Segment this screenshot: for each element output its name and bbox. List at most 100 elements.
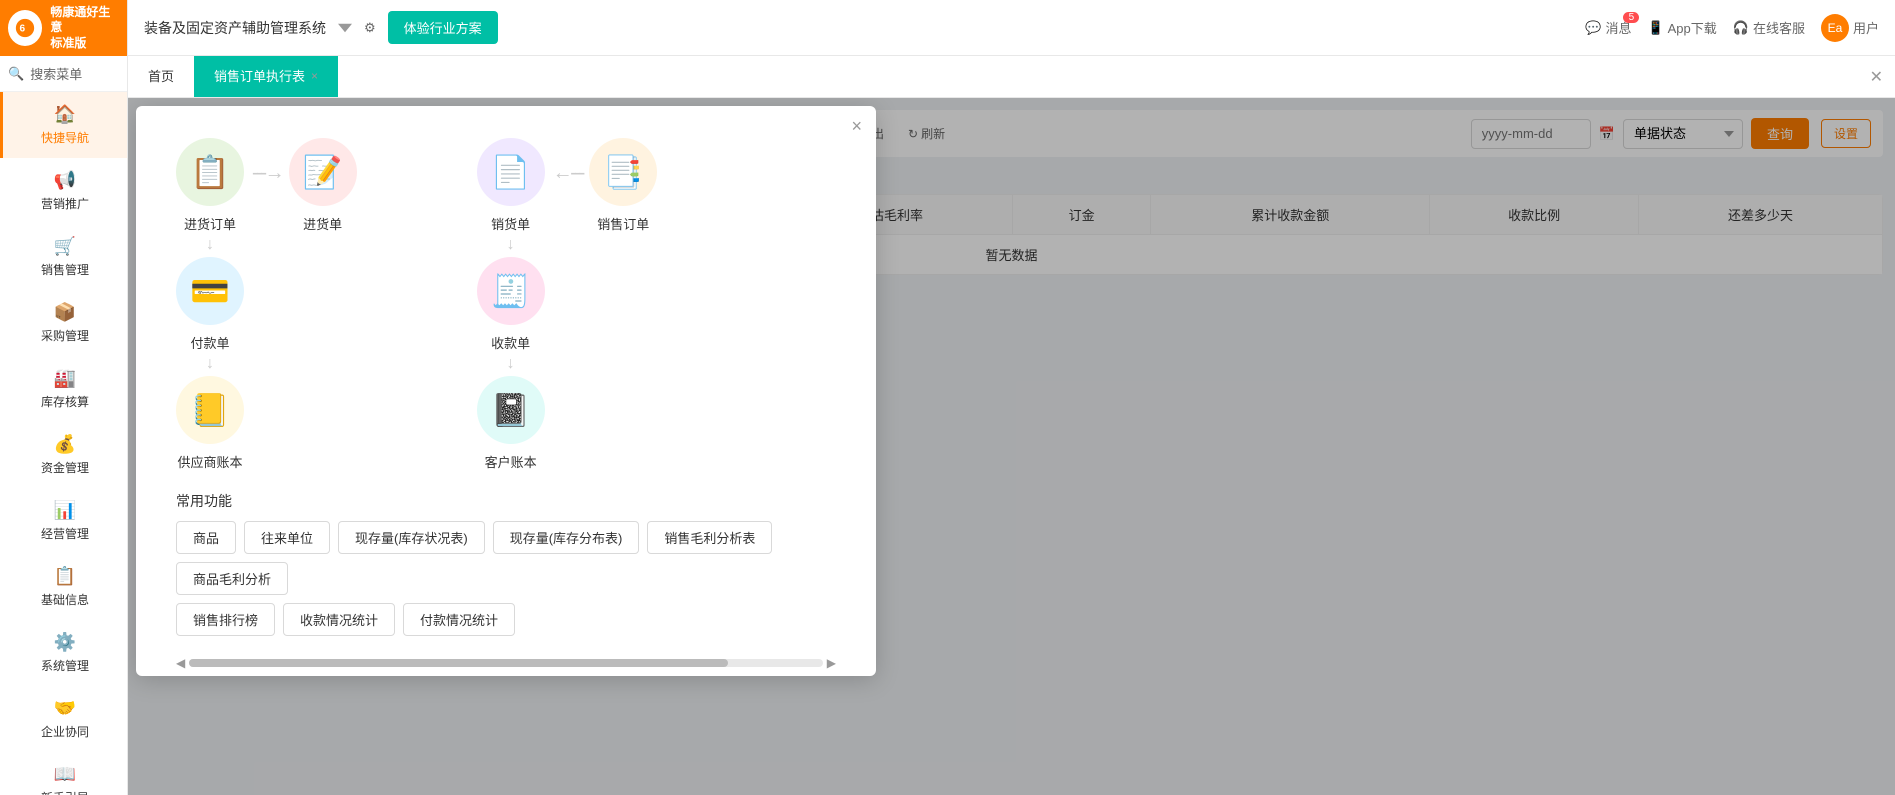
tab-close-icon[interactable]: × — [311, 69, 318, 83]
main-content: 装备及固定资产辅助管理系统 ⚙ 体验行业方案 💬 消息 5 📱 App下载 🎧 — [128, 0, 1895, 795]
app-download-action[interactable]: 📱 App下载 — [1647, 18, 1716, 37]
sidebar-item-sales[interactable]: 🛒 销售管理 — [0, 224, 127, 290]
sidebar: 6 畅康通好生意 标准版 🔍 搜索菜单 🏠 快捷导航 📢 营销推广 🛒 销售管理 — [0, 0, 128, 795]
message-icon: 💬 — [1585, 20, 1601, 36]
sale-order-circle: 📑 — [589, 138, 657, 206]
flow-item-purchase-receipt[interactable]: 📝 进货单 — [289, 138, 357, 233]
receipt-circle: 🧾 — [477, 257, 545, 325]
system-icon: ⚙️ — [54, 632, 76, 653]
logo-text: 畅康通好生意 标准版 — [50, 5, 119, 52]
arrow-v-1: ↓ — [206, 237, 214, 253]
sidebar-item-basics[interactable]: 📋 基础信息 — [0, 554, 127, 620]
common-functions-title: 常用功能 — [176, 491, 836, 511]
flow-item-payment[interactable]: 💳 付款单 — [176, 257, 244, 352]
modal-close-btn[interactable]: × — [851, 116, 862, 137]
dropdown-arrow[interactable] — [338, 21, 352, 35]
marketing-icon: 📢 — [54, 170, 76, 191]
sidebar-item-enterprise[interactable]: 🤝 企业协同 — [0, 686, 127, 752]
sidebar-item-operations[interactable]: 📊 经营管理 — [0, 488, 127, 554]
home-icon: 🏠 — [54, 104, 76, 125]
scroll-left-arrow[interactable]: ◀ — [176, 656, 185, 670]
avatar: Ea — [1821, 14, 1849, 42]
func-btn-4[interactable]: 销售毛利分析表 — [647, 521, 772, 554]
modal-scrollbar-track[interactable] — [189, 659, 823, 667]
operations-icon: 📊 — [54, 500, 76, 521]
flow-col-sale-order: 📑 销售订单 — [589, 138, 657, 233]
func-btn-3[interactable]: 现存量(库存分布表) — [493, 521, 640, 554]
func-btn-8[interactable]: 付款情况统计 — [403, 603, 515, 636]
flow-item-receipt[interactable]: 🧾 收款单 — [477, 257, 545, 352]
flow-item-customer-ledger[interactable]: 📓 客户账本 — [477, 376, 545, 471]
customer-ledger-circle: 📓 — [477, 376, 545, 444]
func-btn-2[interactable]: 现存量(库存状况表) — [338, 521, 485, 554]
flow-col-purchase: 📋 进货订单 ↓ 💳 付款单 ↓ 📒 — [176, 138, 244, 471]
tab-home[interactable]: 首页 — [128, 56, 194, 97]
purchase-order-circle: 📋 — [176, 138, 244, 206]
arrow-v-4: ↓ — [507, 356, 515, 372]
search-icon: 🔍 — [8, 66, 24, 82]
enterprise-icon: 🤝 — [54, 698, 76, 719]
payment-circle: 💳 — [176, 257, 244, 325]
modal-scrollbar-thumb — [189, 659, 728, 667]
download-icon: 📱 — [1647, 20, 1663, 36]
modal-overlay: × 📋 进货订单 ↓ � — [128, 98, 1895, 795]
sales-icon: 🛒 — [54, 236, 76, 257]
func-btn-6[interactable]: 销售排行榜 — [176, 603, 275, 636]
settings-icon[interactable]: ⚙ — [364, 20, 376, 36]
finance-icon: 💰 — [54, 434, 76, 455]
system-title: 装备及固定资产辅助管理系统 — [144, 18, 326, 38]
topbar-actions: 💬 消息 5 📱 App下载 🎧 在线客服 Ea 用户 — [1585, 14, 1879, 42]
sidebar-logo: 6 畅康通好生意 标准版 — [0, 0, 127, 56]
sidebar-item-inventory[interactable]: 🏭 库存核算 — [0, 356, 127, 422]
arrow-h-1: - - - → — [252, 162, 281, 185]
flow-col-purchase-receipt: 📝 进货单 — [289, 138, 357, 233]
sidebar-item-finance[interactable]: 💰 资金管理 — [0, 422, 127, 488]
arrow-h-2: ← - - - — [553, 162, 582, 185]
basics-icon: 📋 — [54, 566, 76, 587]
page-body: ❓ 帮助 🖨 按模板打印 ▾ ↗ 导出 ↻ 刷新 � — [128, 98, 1895, 795]
supplier-ledger-circle: 📒 — [176, 376, 244, 444]
common-functions: 常用功能 商品 往来单位 现存量(库存状况表) 现存量(库存分布表) 销售毛利分… — [136, 491, 876, 656]
tabs-bar: 首页 销售订单执行表 × ✕ — [128, 56, 1895, 98]
func-btn-0[interactable]: 商品 — [176, 521, 236, 554]
newbie-icon: 📖 — [54, 764, 76, 785]
inventory-icon: 🏭 — [54, 368, 76, 389]
flow-item-sale-order[interactable]: 📑 销售订单 — [589, 138, 657, 233]
sale-receipt-circle: 📄 — [477, 138, 545, 206]
sidebar-item-system[interactable]: ⚙️ 系统管理 — [0, 620, 127, 686]
flow-col-sale-receipt: 📄 销货单 ↓ 🧾 收款单 ↓ 📓 — [477, 138, 545, 471]
close-all-tabs[interactable]: ✕ — [1858, 67, 1895, 87]
func-buttons-row2: 销售排行榜 收款情况统计 付款情况统计 — [176, 603, 836, 636]
flow-item-supplier-ledger[interactable]: 📒 供应商账本 — [176, 376, 244, 471]
purchase-icon: 📦 — [54, 302, 76, 323]
sidebar-item-newbie[interactable]: 📖 新手引导 — [0, 752, 127, 795]
sidebar-item-marketing[interactable]: 📢 营销推广 — [0, 158, 127, 224]
message-action[interactable]: 💬 消息 5 — [1585, 18, 1631, 37]
flow-item-sale-receipt[interactable]: 📄 销货单 — [477, 138, 545, 233]
arrow-v-3: ↓ — [507, 237, 515, 253]
purchase-receipt-circle: 📝 — [289, 138, 357, 206]
message-badge: 5 — [1623, 12, 1639, 23]
user-action[interactable]: Ea 用户 — [1821, 14, 1879, 42]
scroll-row: ◀ ▶ — [136, 656, 876, 676]
topbar: 装备及固定资产辅助管理系统 ⚙ 体验行业方案 💬 消息 5 📱 App下载 🎧 — [128, 0, 1895, 56]
logo-icon: 6 — [8, 10, 42, 46]
sidebar-item-purchase[interactable]: 📦 采购管理 — [0, 290, 127, 356]
func-btn-5[interactable]: 商品毛利分析 — [176, 562, 288, 595]
sidebar-item-quick-nav[interactable]: 🏠 快捷导航 — [0, 92, 127, 158]
modal: × 📋 进货订单 ↓ � — [136, 106, 876, 676]
func-btn-1[interactable]: 往来单位 — [244, 521, 330, 554]
arrow-v-2: ↓ — [206, 356, 214, 372]
svg-text:6: 6 — [20, 24, 26, 35]
func-buttons: 商品 往来单位 现存量(库存状况表) 现存量(库存分布表) 销售毛利分析表 商品… — [176, 521, 836, 595]
modal-scrollbar[interactable] — [189, 659, 823, 667]
flow-item-purchase-order[interactable]: 📋 进货订单 — [176, 138, 244, 233]
func-btn-7[interactable]: 收款情况统计 — [283, 603, 395, 636]
scroll-right-arrow[interactable]: ▶ — [827, 656, 836, 670]
flow-section: 📋 进货订单 ↓ 💳 付款单 ↓ 📒 — [136, 106, 876, 491]
service-icon: 🎧 — [1733, 20, 1749, 36]
tab-sales-order[interactable]: 销售订单执行表 × — [194, 56, 338, 97]
online-service-action[interactable]: 🎧 在线客服 — [1733, 18, 1805, 37]
experience-btn[interactable]: 体验行业方案 — [388, 11, 498, 44]
sidebar-search[interactable]: 🔍 搜索菜单 — [0, 56, 127, 92]
